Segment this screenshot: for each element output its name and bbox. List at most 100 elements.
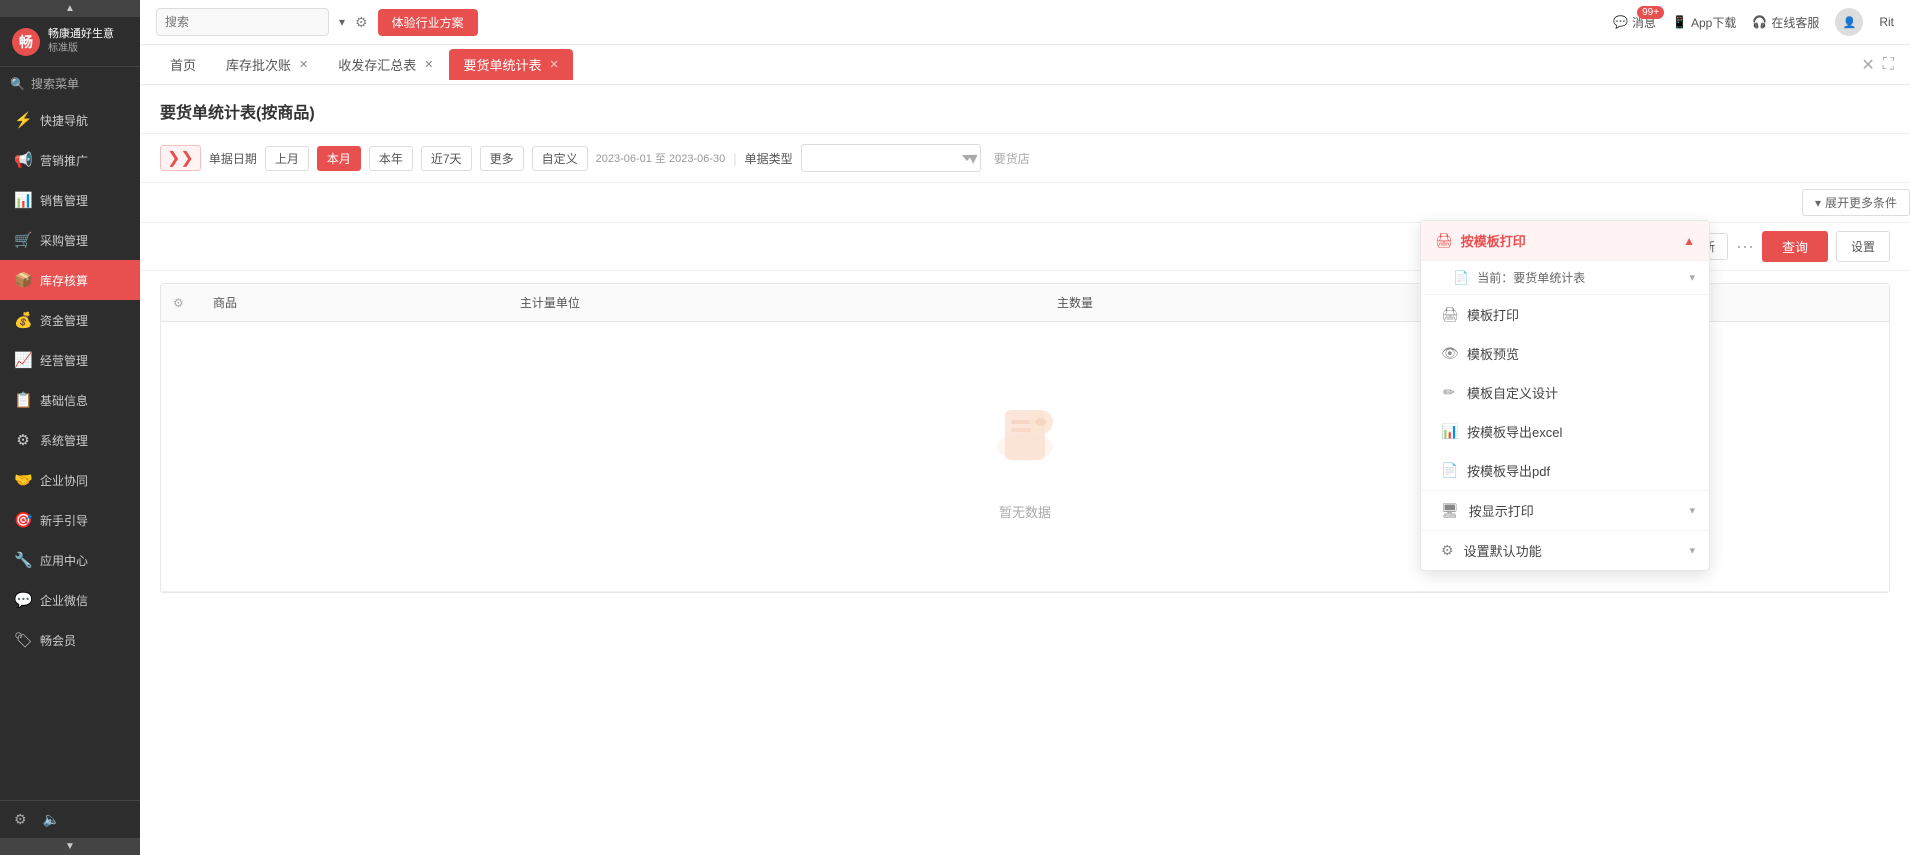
page-content: 要货单统计表(按商品) ❯❯ 单据日期 上月 本月 本年 近7天 更多 自定义 …	[140, 85, 1910, 855]
tab-close-inventory-batch[interactable]: ✕	[299, 58, 308, 71]
dropdown-item-template-design[interactable]: ✏ 模板自定义设计	[1421, 373, 1709, 412]
app-icon: 📱	[1672, 15, 1687, 29]
settings-btn[interactable]: 设置	[1836, 231, 1890, 262]
sidebar-item-newbie[interactable]: 🎯 新手引导	[0, 500, 140, 540]
current-template-text: 当前：要货单统计表	[1477, 269, 1689, 286]
column-settings-icon[interactable]: ⚙	[173, 296, 184, 310]
app-download-btn[interactable]: 📱 App下载	[1672, 14, 1736, 31]
dropdown-item-template-preview[interactable]: 👁 模板预览	[1421, 334, 1709, 373]
sidebar-scroll-down[interactable]: ▼	[0, 838, 140, 855]
print-dropdown-header[interactable]: 🖨 按模板打印 ▲	[1421, 221, 1709, 261]
dropdown-item-export-pdf[interactable]: 📄 按模板导出pdf	[1421, 451, 1709, 490]
sidebar-item-appstore[interactable]: 🔧 应用中心	[0, 540, 140, 580]
sidebar-item-marketing[interactable]: 📢 营销推广	[0, 140, 140, 180]
date-btn-this-year[interactable]: 本年	[369, 146, 413, 171]
empty-text: 暂无数据	[999, 502, 1051, 521]
dropdown-section-display-print[interactable]: 🖥 按显示打印 ▾	[1421, 490, 1709, 530]
topbar-right: 💬 消息 99+ 📱 App下载 🎧 在线客服 👤 Rit	[1613, 8, 1894, 36]
sidebar-item-sales[interactable]: 📊 销售管理	[0, 180, 140, 220]
nav-icon-sales: 📊	[14, 191, 32, 209]
topbar-dropdown-btn[interactable]: ▾	[339, 15, 345, 29]
type-filter-select[interactable]	[801, 144, 981, 172]
query-btn[interactable]: 查询	[1762, 231, 1828, 262]
tab-summary[interactable]: 收发存汇总表 ✕	[324, 49, 447, 80]
expand-bar: ▾ 展开更多条件	[140, 183, 1910, 223]
sidebar-logo: 畅 畅康通好生意 标准版	[0, 17, 140, 67]
default-settings-icon: ⚙	[1441, 542, 1454, 559]
sidebar: ▲ 畅 畅康通好生意 标准版 🔍 搜索菜单 ⚡ 快捷导航 📢 营销推广 📊 销售…	[0, 0, 140, 855]
current-template-arrow-icon: ▾	[1689, 271, 1695, 284]
service-icon: 🎧	[1752, 15, 1767, 29]
print-dropdown: 🖨 按模板打印 ▲ 📄 当前：要货单统计表 ▾ 🖨 模板打印 👁 模板预览 ✏ …	[1420, 220, 1710, 571]
nav-icon-member: 🏷	[14, 631, 32, 649]
message-icon: 💬	[1613, 15, 1628, 29]
template-print-icon: 🖨	[1441, 306, 1457, 323]
logo-text: 畅康通好生意 标准版	[48, 27, 114, 56]
main-area: ▾ ⚙ 体验行业方案 💬 消息 99+ 📱 App下载 🎧 在线客服 👤 Rit	[140, 0, 1910, 855]
sidebar-scroll-up[interactable]: ▲	[0, 0, 140, 17]
sidebar-item-wechat[interactable]: 💬 企业微信	[0, 580, 140, 620]
sidebar-item-collab[interactable]: 🤝 企业协同	[0, 460, 140, 500]
sidebar-item-inventory[interactable]: 📦 库存核算	[0, 260, 140, 300]
expand-icon: ▾	[1815, 196, 1821, 210]
tab-close-order-stats[interactable]: ✕	[550, 58, 559, 71]
nav-icon-finance: 💰	[14, 311, 32, 329]
tab-close-summary[interactable]: ✕	[424, 58, 433, 71]
topbar-search-input[interactable]	[156, 8, 329, 36]
date-btn-7days[interactable]: 近7天	[421, 146, 472, 171]
dropdown-section-default[interactable]: ⚙ 设置默认功能 ▾	[1421, 530, 1709, 570]
tabbar-right: ✕ ⛶	[1861, 55, 1894, 75]
expand-more-btn[interactable]: ▾ 展开更多条件	[1802, 189, 1910, 216]
current-template-item[interactable]: 📄 当前：要货单统计表 ▾	[1421, 261, 1709, 295]
current-template-icon: 📄	[1453, 270, 1469, 286]
online-service-btn[interactable]: 🎧 在线客服	[1752, 14, 1819, 31]
sidebar-item-member[interactable]: 🏷 畅会员	[0, 620, 140, 660]
nav-icon-purchase: 🛒	[14, 231, 32, 249]
sidebar-item-purchase[interactable]: 🛒 采购管理	[0, 220, 140, 260]
display-print-icon: 🖥	[1441, 502, 1459, 519]
topbar: ▾ ⚙ 体验行业方案 💬 消息 99+ 📱 App下载 🎧 在线客服 👤 Rit	[140, 0, 1910, 45]
topbar-gear-icon[interactable]: ⚙	[355, 14, 368, 31]
nav-icon-marketing: 📢	[14, 151, 32, 169]
date-btn-more[interactable]: 更多	[480, 146, 524, 171]
tab-expand-icon[interactable]: ⛶	[1883, 56, 1894, 74]
sidebar-item-finance[interactable]: 💰 资金管理	[0, 300, 140, 340]
logo-icon: 畅	[12, 28, 40, 56]
dropdown-item-template-print[interactable]: 🖨 模板打印	[1421, 295, 1709, 334]
export-excel-icon: 📊	[1441, 423, 1457, 440]
require-goods-label: 要货店	[994, 150, 1030, 167]
user-name: Rit	[1879, 15, 1894, 29]
date-btn-last-month[interactable]: 上月	[265, 146, 309, 171]
date-btn-this-month[interactable]: 本月	[317, 146, 361, 171]
tab-inventory-batch[interactable]: 库存批次账 ✕	[212, 49, 322, 80]
more-options-btn[interactable]: ···	[1736, 236, 1754, 257]
sidebar-search[interactable]: 🔍 搜索菜单	[0, 67, 140, 100]
template-print-text: 模板打印	[1467, 305, 1689, 324]
nav-icon-newbie: 🎯	[14, 511, 32, 529]
date-btn-custom[interactable]: 自定义	[532, 146, 588, 171]
sidebar-item-basic[interactable]: 📋 基础信息	[0, 380, 140, 420]
settings-icon[interactable]: ⚙	[14, 811, 27, 828]
speaker-icon[interactable]: 🔈	[43, 811, 60, 828]
sidebar-item-quick-nav[interactable]: ⚡ 快捷导航	[0, 100, 140, 140]
sidebar-item-operation[interactable]: 📈 经营管理	[0, 340, 140, 380]
print-dropdown-header-arrow-icon: ▲	[1683, 234, 1695, 248]
nav-icon-wechat: 💬	[14, 591, 32, 609]
dropdown-item-export-excel[interactable]: 📊 按模板导出excel	[1421, 412, 1709, 451]
nav-icon-quick: ⚡	[14, 111, 32, 129]
tab-close-all-icon[interactable]: ✕	[1861, 55, 1874, 75]
th-gear[interactable]: ⚙	[161, 284, 201, 322]
tab-home[interactable]: 首页	[156, 49, 210, 80]
trial-btn[interactable]: 体验行业方案	[378, 9, 478, 36]
th-unit: 主计量单位	[508, 284, 1045, 322]
filter-expand-arrow[interactable]: ❯❯	[160, 145, 201, 171]
sidebar-item-system[interactable]: ⚙ 系统管理	[0, 420, 140, 460]
tab-order-stats[interactable]: 要货单统计表 ✕	[449, 49, 572, 80]
page-header: 要货单统计表(按商品)	[140, 85, 1910, 134]
message-btn[interactable]: 💬 消息 99+	[1613, 14, 1656, 31]
export-pdf-text: 按模板导出pdf	[1467, 461, 1689, 480]
print-dropdown-header-text: 按模板打印	[1461, 231, 1683, 250]
avatar[interactable]: 👤	[1835, 8, 1863, 36]
print-dropdown-header-icon: 🖨	[1435, 232, 1453, 249]
default-settings-text: 设置默认功能	[1464, 541, 1690, 560]
